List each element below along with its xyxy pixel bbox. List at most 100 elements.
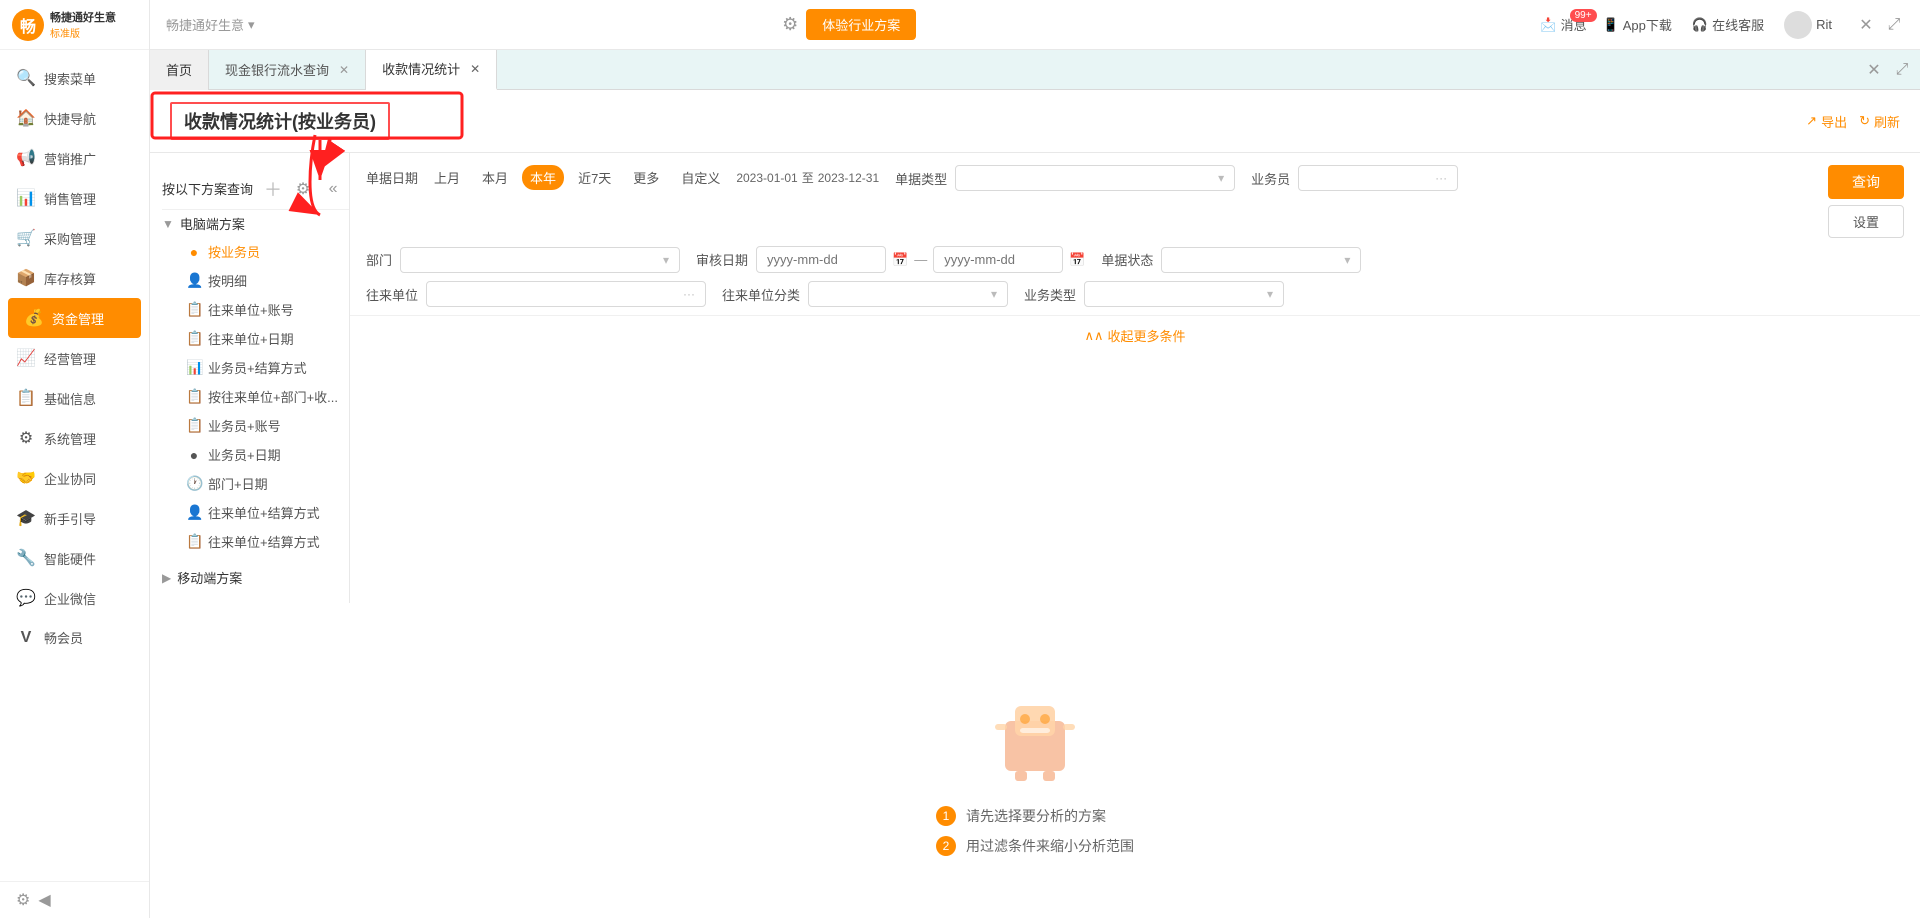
operations-icon: 📈 (16, 348, 36, 368)
topbar-online-service[interactable]: 🎧 在线客服 (1692, 15, 1764, 34)
breadcrumb-arrow: ▾ (248, 17, 255, 33)
tab-bank-flow-close[interactable]: ✕ (339, 63, 349, 77)
collapse-footer-icon[interactable]: ◀‌‌ (38, 890, 50, 910)
logo-badge: 标准版 (50, 25, 116, 40)
sidebar-item-inventory[interactable]: 📦 库存核算 (0, 258, 149, 298)
window-maximize-button[interactable]: ⤢ (1884, 15, 1904, 35)
sidebar-item-label: 销售管理 (44, 189, 96, 208)
trial-button[interactable]: 体验行业方案 (806, 9, 916, 40)
scheme-item-by-salesperson[interactable]: ● 按业务员 (178, 237, 349, 266)
tabs-maximize-button[interactable]: ⤢ (1892, 60, 1912, 80)
topbar-gear-icon[interactable]: ⚙ (782, 14, 798, 35)
business-type-select[interactable]: ▾ (1084, 281, 1284, 307)
tab-bank-flow[interactable]: 现金银行流水查询 ✕ (209, 50, 366, 90)
collapse-more-button[interactable]: ∧∧ 收起更多条件 (350, 315, 1920, 355)
dept-group: 部门 ▾ (366, 247, 680, 273)
scheme-label: 按以下方案查询 (162, 179, 253, 198)
topbar-app-download[interactable]: 📱 App下载 (1603, 15, 1672, 34)
date-range-display: 2023-01-01 至 2023-12-31 (736, 169, 879, 186)
date-tab-more[interactable]: 更多 (625, 165, 667, 190)
scheme-item-label: 部门+日期 (208, 474, 268, 493)
bill-type-select[interactable]: ▾ (955, 165, 1235, 191)
desktop-tree-toggle[interactable]: ▼ (162, 217, 174, 231)
scheme-item-label: 业务员+日期 (208, 445, 281, 464)
salesperson-select[interactable]: ··· (1298, 165, 1458, 191)
sidebar-item-wechat[interactable]: 💬 企业微信 (0, 578, 149, 618)
topbar-messages[interactable]: 📩 消息 99+ (1540, 15, 1586, 34)
date-tabs-group: 上月 本月 本年 近7天 更多 自定义 (426, 165, 728, 190)
sidebar-item-enterprise[interactable]: 🤝 企业协同 (0, 458, 149, 498)
scheme-item-dept-date[interactable]: 🕐 部门+日期 (178, 469, 349, 498)
settings-footer-icon[interactable]: ⚙ (16, 890, 30, 910)
sidebar-item-label: 企业协同 (44, 469, 96, 488)
unit-settle-icon: 👤 (186, 504, 202, 521)
scheme-item-unit-dept[interactable]: 📋 按往来单位+部门+收... (178, 382, 349, 411)
export-button[interactable]: ↗ 导出 (1806, 112, 1847, 131)
sidebar-item-sales[interactable]: 📊 销售管理 (0, 178, 149, 218)
sidebar-item-guide[interactable]: 🎓 新手引导 (0, 498, 149, 538)
date-tab-last-7days[interactable]: 近7天 (570, 165, 619, 190)
tabs-close-button[interactable]: ✕ (1864, 60, 1884, 80)
topbar-user[interactable]: Rit (1784, 11, 1832, 39)
tip-item-2: 2 用过滤条件来缩小分析范围 (936, 836, 1134, 856)
query-button[interactable]: 查询 (1828, 165, 1904, 199)
date-tab-this-year[interactable]: 本年 (522, 165, 564, 190)
setting-button[interactable]: 设置 (1828, 205, 1904, 238)
unit-settle2-icon: 📋 (186, 533, 202, 550)
sales-icon: 📊 (16, 188, 36, 208)
dept-select[interactable]: ▾ (400, 247, 680, 273)
refresh-button[interactable]: ↻ 刷新 (1859, 112, 1900, 131)
smart-hw-icon: 🔧 (16, 548, 36, 568)
tab-receipt-stats[interactable]: 收款情况统计 ✕ (366, 50, 497, 90)
scheme-add-icon[interactable]: ＋ (261, 177, 285, 201)
main-content: 1 请先选择要分析的方案 2 用过滤条件来缩小分析范围 (150, 603, 1920, 918)
scheme-item-by-detail[interactable]: 👤 按明细 (178, 266, 349, 295)
sidebar-item-system[interactable]: ⚙ 系统管理 (0, 418, 149, 458)
sidebar-nav: 🔍 搜索菜单 🏠 快捷导航 📢 营销推广 📊 销售管理 🛒 采购管理 📦 (0, 50, 149, 881)
scheme-item-unit-settle[interactable]: 👤 往来单位+结算方式 (178, 498, 349, 527)
sidebar-item-search-menu[interactable]: 🔍 搜索菜单 (0, 58, 149, 98)
window-close-button[interactable]: ✕ (1856, 15, 1876, 35)
scheme-collapse-icon[interactable]: « (321, 177, 345, 201)
date-range-separator: 至 (802, 169, 814, 186)
scheme-item-sales-date[interactable]: ● 业务员+日期 (178, 440, 349, 469)
date-tab-custom[interactable]: 自定义 (673, 165, 728, 190)
counterpart-more-icon[interactable]: ··· (683, 287, 695, 301)
scheme-item-unit-date[interactable]: 📋 往来单位+日期 (178, 324, 349, 353)
review-date-end-input[interactable] (933, 246, 1063, 273)
calendar-start-icon[interactable]: 📅 (892, 252, 908, 268)
sidebar-item-operations[interactable]: 📈 经营管理 (0, 338, 149, 378)
review-date-start-input[interactable] (756, 246, 886, 273)
sidebar-item-smart-hw[interactable]: 🔧 智能硬件 (0, 538, 149, 578)
counterpart-category-select[interactable]: ▾ (808, 281, 1008, 307)
bill-status-select[interactable]: ▾ (1161, 247, 1361, 273)
sidebar-item-label: 新手引导 (44, 509, 96, 528)
date-tab-last-month[interactable]: 上月 (426, 165, 468, 190)
sidebar-item-basic[interactable]: 📋 基础信息 (0, 378, 149, 418)
app-logo: 畅 畅捷通好生意 标准版 (0, 0, 149, 50)
enterprise-icon: 🤝 (16, 468, 36, 488)
desktop-group-label: 电脑端方案 (180, 214, 245, 233)
sidebar-item-finance[interactable]: 💰 资金管理 (8, 298, 141, 338)
tab-receipt-stats-close[interactable]: ✕ (470, 62, 480, 76)
salesperson-more-icon[interactable]: ··· (1435, 171, 1447, 185)
refresh-label: 刷新 (1874, 112, 1900, 131)
calendar-end-icon[interactable]: 📅 (1069, 252, 1085, 268)
scheme-item-unit-account[interactable]: 📋 往来单位+账号 (178, 295, 349, 324)
date-tab-this-month[interactable]: 本月 (474, 165, 516, 190)
sidebar-item-label: 搜索菜单 (44, 69, 96, 88)
counterpart-select[interactable]: ··· (426, 281, 706, 307)
mobile-tree-toggle[interactable]: ▶ (162, 571, 171, 585)
marketing-icon: 📢 (16, 148, 36, 168)
sidebar-item-member[interactable]: V 畅会员 (0, 618, 149, 657)
scheme-item-unit-settle2[interactable]: 📋 往来单位+结算方式 (178, 527, 349, 556)
scheme-item-label: 往来单位+日期 (208, 329, 294, 348)
scheme-item-sales-account[interactable]: 📋 业务员+账号 (178, 411, 349, 440)
scheme-item-sales-settle[interactable]: 📊 业务员+结算方式 (178, 353, 349, 382)
sidebar-item-purchase[interactable]: 🛒 采购管理 (0, 218, 149, 258)
scheme-gear-icon[interactable]: ⚙ (291, 177, 315, 201)
tab-home[interactable]: 首页 (150, 50, 209, 90)
sidebar-item-quick-nav[interactable]: 🏠 快捷导航 (0, 98, 149, 138)
sidebar-item-marketing[interactable]: 📢 营销推广 (0, 138, 149, 178)
unit-dept-icon: 📋 (186, 388, 202, 405)
